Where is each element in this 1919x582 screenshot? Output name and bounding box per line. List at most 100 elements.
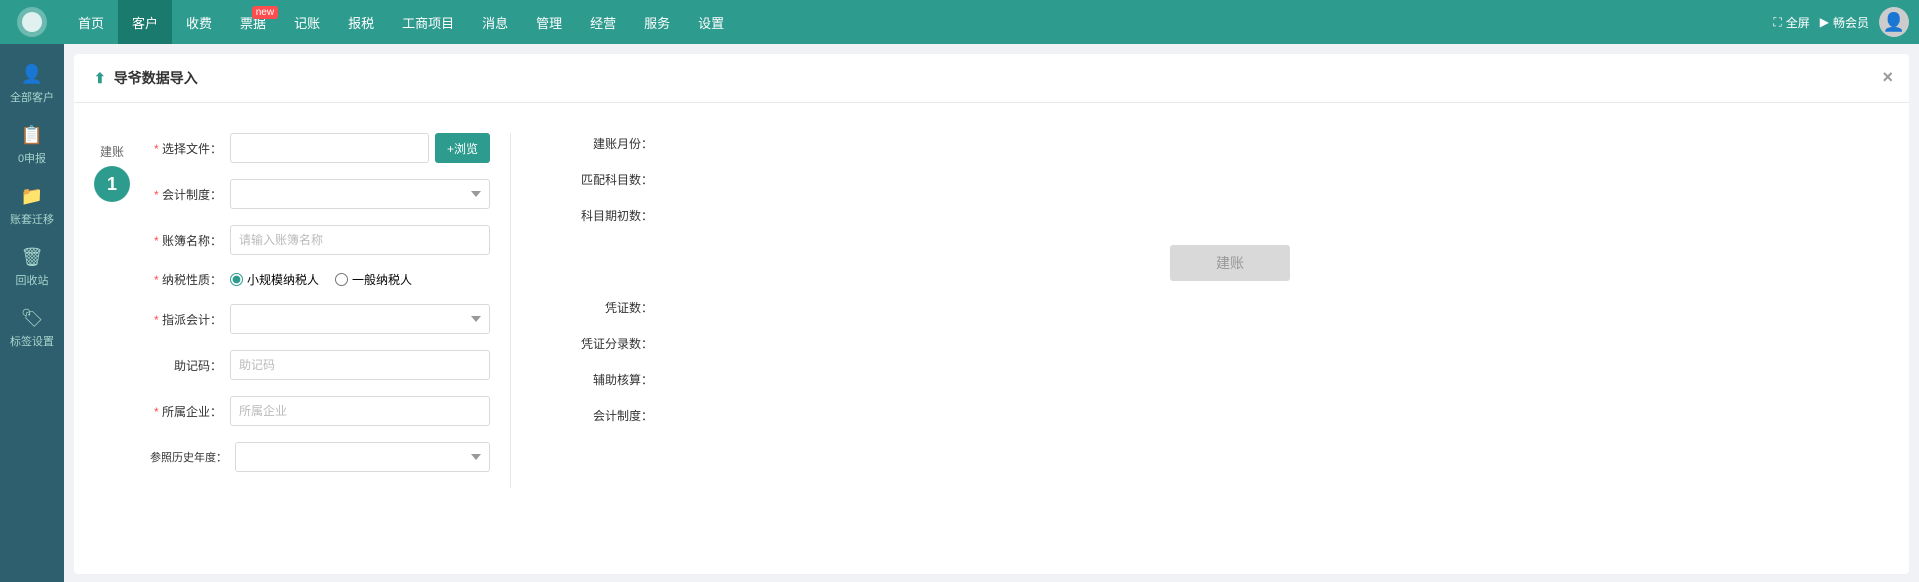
- ledger-name-row: * 账簿名称：: [150, 225, 490, 255]
- company-row: * 所属企业：: [150, 396, 490, 426]
- file-label: * 选择文件：: [150, 140, 230, 157]
- logo[interactable]: [10, 0, 54, 44]
- general-taxpayer-radio[interactable]: [335, 273, 348, 286]
- aux-calc-value: [661, 369, 1889, 389]
- voucher-count-row: 凭证数：: [571, 297, 1889, 317]
- nav-item-service[interactable]: 服务: [630, 0, 684, 44]
- upload-icon: ⬆: [94, 70, 106, 87]
- ledger-name-label: * 账簿名称：: [150, 232, 230, 249]
- general-taxpayer-option[interactable]: 一般纳税人: [335, 271, 412, 288]
- main-content: ⬆ 导爷数据导入 × 建账 1 * 选择文: [64, 44, 1919, 582]
- left-form: * 选择文件： +浏览 * 会计制度：: [150, 133, 490, 488]
- small-taxpayer-radio[interactable]: [230, 273, 243, 286]
- history-year-select[interactable]: [235, 442, 490, 472]
- nav-item-tickets[interactable]: 票据 new: [226, 0, 280, 44]
- company-input[interactable]: [230, 396, 490, 426]
- sidebar-item-migrate[interactable]: 📁 账套迁移: [0, 176, 64, 237]
- nav-item-bizproject[interactable]: 工商项目: [388, 0, 468, 44]
- user-avatar[interactable]: 👤: [1879, 7, 1909, 37]
- step-number: 1: [107, 174, 117, 195]
- file-input[interactable]: [230, 133, 429, 163]
- new-badge: new: [252, 6, 278, 19]
- close-button[interactable]: ×: [1882, 68, 1893, 86]
- layout: 👤 全部客户 📋 0申报 📁 账套迁移 🗑 回收站 🏷 标签设置 ⬆ 导爷数据导…: [0, 44, 1919, 582]
- accounting-system-row: * 会计制度：: [150, 179, 490, 209]
- history-year-row: 参照历史年度：: [150, 442, 490, 472]
- accounting-system-label: * 会计制度：: [150, 186, 230, 203]
- company-label: * 所属企业：: [150, 403, 230, 420]
- fullscreen-button[interactable]: ⛶ 全屏: [1773, 14, 1809, 31]
- step-label: 建账: [100, 143, 124, 160]
- nav-item-operations[interactable]: 经营: [576, 0, 630, 44]
- browse-button[interactable]: +浏览: [435, 133, 490, 163]
- build-month-row: 建账月份：: [571, 133, 1889, 153]
- build-month-label: 建账月份：: [571, 135, 661, 152]
- small-taxpayer-option[interactable]: 小规模纳税人: [230, 271, 319, 288]
- assign-accountant-label: * 指派会计：: [150, 311, 230, 328]
- voucher-count-label: 凭证数：: [571, 299, 661, 316]
- memo-code-label: 助记码：: [150, 357, 230, 374]
- card-header: ⬆ 导爷数据导入 ×: [74, 54, 1909, 103]
- accounting-system2-row: 会计制度：: [571, 405, 1889, 425]
- voucher-count-value: [661, 297, 1889, 317]
- nav-item-bookkeeping[interactable]: 记账: [280, 0, 334, 44]
- voucher-entries-label: 凭证分录数：: [571, 335, 661, 352]
- aux-calc-label: 辅助核算：: [571, 371, 661, 388]
- sidebar-item-trash[interactable]: 🗑 回收站: [0, 237, 64, 298]
- sidebar-item-tags[interactable]: 🏷 标签设置: [0, 298, 64, 359]
- section-divider: [510, 133, 511, 488]
- all-customers-icon: 👤: [21, 64, 43, 85]
- fullscreen-icon: ⛶: [1773, 15, 1781, 30]
- card-title: 导爷数据导入: [114, 68, 198, 88]
- nav-item-settings[interactable]: 设置: [684, 0, 738, 44]
- sidebar: 👤 全部客户 📋 0申报 📁 账套迁移 🗑 回收站 🏷 标签设置: [0, 44, 64, 582]
- nav-item-tax[interactable]: 报税: [334, 0, 388, 44]
- step-indicator: 建账 1: [94, 133, 130, 488]
- match-subjects-value: [661, 169, 1889, 189]
- nav-item-customers[interactable]: 客户: [118, 0, 172, 44]
- aux-calc-row: 辅助核算：: [571, 369, 1889, 389]
- member-button[interactable]: ▶ 畅会员: [1820, 14, 1869, 31]
- match-subjects-row: 匹配科目数：: [571, 169, 1889, 189]
- form-area: 建账 1 * 选择文件： +浏览: [74, 103, 1909, 518]
- nav-item-messages[interactable]: 消息: [468, 0, 522, 44]
- nav-item-home[interactable]: 首页: [64, 0, 118, 44]
- sidebar-item-all-customers[interactable]: 👤 全部客户: [0, 54, 64, 115]
- accounting-system-select[interactable]: [230, 179, 490, 209]
- nav-item-fees[interactable]: 收费: [172, 0, 226, 44]
- subject-init-value: [661, 205, 1889, 225]
- file-input-group: +浏览: [230, 133, 490, 163]
- nav-right: ⛶ 全屏 ▶ 畅会员 👤: [1773, 7, 1909, 37]
- assign-accountant-select[interactable]: [230, 304, 490, 334]
- build-account-button[interactable]: 建账: [1170, 245, 1290, 281]
- tax-type-radio-group: 小规模纳税人 一般纳税人: [230, 271, 490, 288]
- file-row: * 选择文件： +浏览: [150, 133, 490, 163]
- top-navigation: 首页 客户 收费 票据 new 记账 报税 工商项目 消息 管理 经营: [0, 0, 1919, 44]
- build-month-value: [661, 133, 1889, 153]
- zero-declare-icon: 📋: [21, 125, 43, 146]
- accounting-system2-label: 会计制度：: [571, 407, 661, 424]
- migrate-icon: 📁: [21, 186, 43, 207]
- trash-icon: 🗑: [21, 247, 44, 268]
- subject-init-label: 科目期初数：: [571, 207, 661, 224]
- ledger-name-input[interactable]: [230, 225, 490, 255]
- tax-type-label: * 纳税性质：: [150, 271, 230, 288]
- memo-code-row: 助记码：: [150, 350, 490, 380]
- sidebar-item-zero-declare[interactable]: 📋 0申报: [0, 115, 64, 176]
- logo-circle: [17, 7, 47, 37]
- build-button-area: 建账: [571, 245, 1889, 281]
- logo-inner: [22, 12, 42, 32]
- nav-item-manage[interactable]: 管理: [522, 0, 576, 44]
- tax-type-row: * 纳税性质： 小规模纳税人 一般纳税人: [150, 271, 490, 288]
- step-circle: 1: [94, 166, 130, 202]
- match-subjects-label: 匹配科目数：: [571, 171, 661, 188]
- right-info-section: 建账月份： 匹配科目数： 科目期初数： 建账: [531, 133, 1889, 488]
- voucher-entries-row: 凭证分录数：: [571, 333, 1889, 353]
- import-card: ⬆ 导爷数据导入 × 建账 1 * 选择文: [74, 54, 1909, 574]
- nav-items: 首页 客户 收费 票据 new 记账 报税 工商项目 消息 管理 经营: [64, 0, 1773, 44]
- subject-init-row: 科目期初数：: [571, 205, 1889, 225]
- memo-code-input[interactable]: [230, 350, 490, 380]
- play-icon: ▶: [1820, 15, 1829, 29]
- assign-accountant-row: * 指派会计：: [150, 304, 490, 334]
- voucher-entries-value: [661, 333, 1889, 353]
